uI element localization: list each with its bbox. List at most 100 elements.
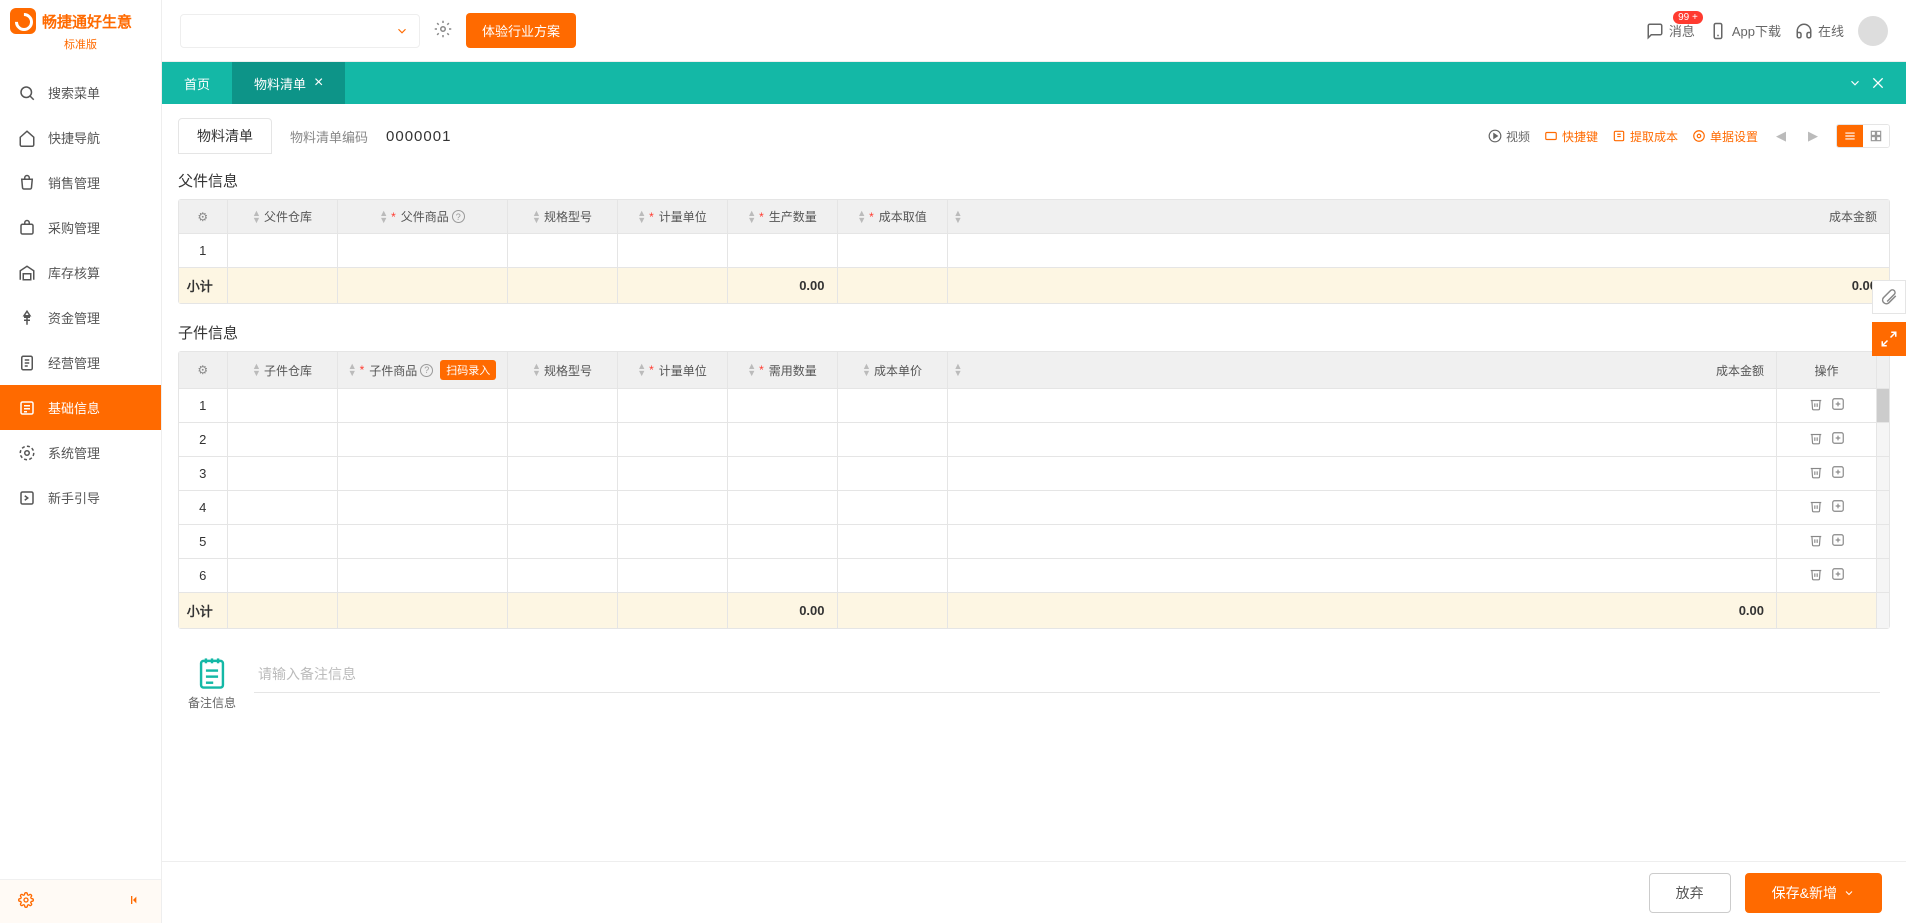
sidebar-item-warehouse[interactable]: 库存核算 xyxy=(0,250,161,295)
sidebar-item-bag[interactable]: 采购管理 xyxy=(0,205,161,250)
floating-tools xyxy=(1872,280,1906,356)
parent-th-cost-amount[interactable]: ▲▼成本金额 xyxy=(947,200,1889,234)
delete-row-icon[interactable] xyxy=(1809,465,1823,482)
tab-home[interactable]: 首页 xyxy=(162,62,232,104)
child-th-unit-cost[interactable]: ▲▼成本单价 xyxy=(837,352,947,389)
action-shortcut[interactable]: 快捷键 xyxy=(1544,128,1598,145)
scroll-track[interactable] xyxy=(1877,352,1890,389)
action-video[interactable]: 视频 xyxy=(1488,128,1530,145)
add-row-icon[interactable] xyxy=(1831,533,1845,550)
prev-doc-icon[interactable]: ◀ xyxy=(1772,128,1790,144)
child-th-product[interactable]: ▲▼*子件商品?扫码录入 xyxy=(337,352,507,389)
next-doc-icon[interactable]: ▶ xyxy=(1804,128,1822,144)
attachment-icon[interactable] xyxy=(1872,280,1906,314)
action-extract-cost[interactable]: 提取成本 xyxy=(1612,128,1678,145)
logo-edition: 标准版 xyxy=(0,36,161,52)
fullscreen-icon[interactable] xyxy=(1872,322,1906,356)
sidebar-item-label: 基础信息 xyxy=(48,398,100,417)
home-icon xyxy=(18,129,36,147)
delete-row-icon[interactable] xyxy=(1809,567,1823,584)
collapse-icon[interactable] xyxy=(127,892,143,911)
scan-entry-tag[interactable]: 扫码录入 xyxy=(440,360,496,380)
report-icon xyxy=(18,354,36,372)
child-th-cost-amount[interactable]: ▲▼成本金额 xyxy=(947,352,1777,389)
tab-close-icon[interactable]: × xyxy=(314,74,323,92)
child-row[interactable]: 4 xyxy=(179,491,1889,525)
child-subtotal-row: 小计0.000.00 xyxy=(179,593,1889,629)
add-row-icon[interactable] xyxy=(1831,499,1845,516)
sidebar: 畅捷通好生意 标准版 搜索菜单快捷导航销售管理采购管理库存核算资金管理经营管理基… xyxy=(0,0,162,923)
top-settings-icon[interactable] xyxy=(434,20,452,41)
view-grid-icon[interactable] xyxy=(1863,125,1889,147)
parent-th-cost-source[interactable]: ▲▼*成本取值 xyxy=(837,200,947,234)
delete-row-icon[interactable] xyxy=(1809,431,1823,448)
delete-row-icon[interactable] xyxy=(1809,397,1823,414)
sidebar-item-label: 新手引导 xyxy=(48,488,100,507)
child-row[interactable]: 6 xyxy=(179,559,1889,593)
messages-badge: 99 + xyxy=(1673,11,1703,24)
online-label: 在线 xyxy=(1818,21,1844,40)
child-th-gear[interactable]: ⚙ xyxy=(179,352,227,389)
remark-input[interactable] xyxy=(254,656,1880,693)
logo-icon xyxy=(10,8,36,34)
sidebar-item-label: 快捷导航 xyxy=(48,128,100,147)
child-th-ops: 操作 xyxy=(1777,352,1877,389)
avatar[interactable] xyxy=(1858,16,1888,46)
search-icon xyxy=(18,84,36,102)
sidebar-item-home[interactable]: 快捷导航 xyxy=(0,115,161,160)
sidebar-item-guide[interactable]: 新手引导 xyxy=(0,475,161,520)
money-icon xyxy=(18,309,36,327)
child-row[interactable]: 1 xyxy=(179,389,1889,423)
view-list-icon[interactable] xyxy=(1837,125,1863,147)
parent-th-qty[interactable]: ▲▼*生产数量 xyxy=(727,200,837,234)
trial-button[interactable]: 体验行业方案 xyxy=(466,13,576,48)
add-row-icon[interactable] xyxy=(1831,397,1845,414)
child-row[interactable]: 3 xyxy=(179,457,1889,491)
sidebar-item-system[interactable]: 系统管理 xyxy=(0,430,161,475)
sidebar-item-money[interactable]: 资金管理 xyxy=(0,295,161,340)
system-icon xyxy=(18,444,36,462)
child-th-unit[interactable]: ▲▼*计量单位 xyxy=(617,352,727,389)
sidebar-item-label: 资金管理 xyxy=(48,308,100,327)
delete-row-icon[interactable] xyxy=(1809,499,1823,516)
page-tab-bom[interactable]: 物料清单 xyxy=(178,118,272,154)
parent-row[interactable]: 1 xyxy=(179,234,1889,268)
parent-th-product[interactable]: ▲▼*父件商品? xyxy=(337,200,507,234)
logo-text: 畅捷通好生意 xyxy=(42,11,132,32)
add-row-icon[interactable] xyxy=(1831,431,1845,448)
child-row[interactable]: 5 xyxy=(179,525,1889,559)
tabbar-close-icon[interactable] xyxy=(1860,62,1896,104)
sidebar-item-label: 销售管理 xyxy=(48,173,100,192)
topbar: 体验行业方案 消息 99 + App下载 在线 xyxy=(162,0,1906,62)
cart-icon xyxy=(18,174,36,192)
settings-icon[interactable] xyxy=(18,892,34,911)
action-doc-settings[interactable]: 单据设置 xyxy=(1692,128,1758,145)
child-th-spec[interactable]: ▲▼规格型号 xyxy=(507,352,617,389)
parent-th-unit[interactable]: ▲▼*计量单位 xyxy=(617,200,727,234)
child-th-warehouse[interactable]: ▲▼子件仓库 xyxy=(227,352,337,389)
tab-bom[interactable]: 物料清单 × xyxy=(232,62,345,104)
parent-grid: ⚙ ▲▼父件仓库 ▲▼*父件商品? ▲▼规格型号 ▲▼*计量单位 ▲▼*生产数量… xyxy=(178,199,1890,304)
org-selector[interactable] xyxy=(180,14,420,48)
save-new-button[interactable]: 保存&新增 xyxy=(1745,873,1882,913)
child-th-need-qty[interactable]: ▲▼*需用数量 xyxy=(727,352,837,389)
page-header: 物料清单 物料清单编码 0000001 视频 快捷键 提取成本 xyxy=(178,118,1890,154)
app-download-link[interactable]: App下载 xyxy=(1709,21,1781,40)
sidebar-item-cart[interactable]: 销售管理 xyxy=(0,160,161,205)
child-row[interactable]: 2 xyxy=(179,423,1889,457)
help-icon[interactable]: ? xyxy=(452,210,465,223)
sidebar-item-label: 经营管理 xyxy=(48,353,100,372)
parent-th-gear[interactable]: ⚙ xyxy=(179,200,227,234)
parent-th-spec[interactable]: ▲▼规格型号 xyxy=(507,200,617,234)
messages-link[interactable]: 消息 99 + xyxy=(1646,21,1695,40)
sidebar-item-report[interactable]: 经营管理 xyxy=(0,340,161,385)
sidebar-item-search[interactable]: 搜索菜单 xyxy=(0,70,161,115)
add-row-icon[interactable] xyxy=(1831,567,1845,584)
delete-row-icon[interactable] xyxy=(1809,533,1823,550)
discard-button[interactable]: 放弃 xyxy=(1649,873,1731,913)
sidebar-item-info[interactable]: 基础信息 xyxy=(0,385,161,430)
add-row-icon[interactable] xyxy=(1831,465,1845,482)
help-icon[interactable]: ? xyxy=(420,364,433,377)
online-support-link[interactable]: 在线 xyxy=(1795,21,1844,40)
parent-th-warehouse[interactable]: ▲▼父件仓库 xyxy=(227,200,337,234)
